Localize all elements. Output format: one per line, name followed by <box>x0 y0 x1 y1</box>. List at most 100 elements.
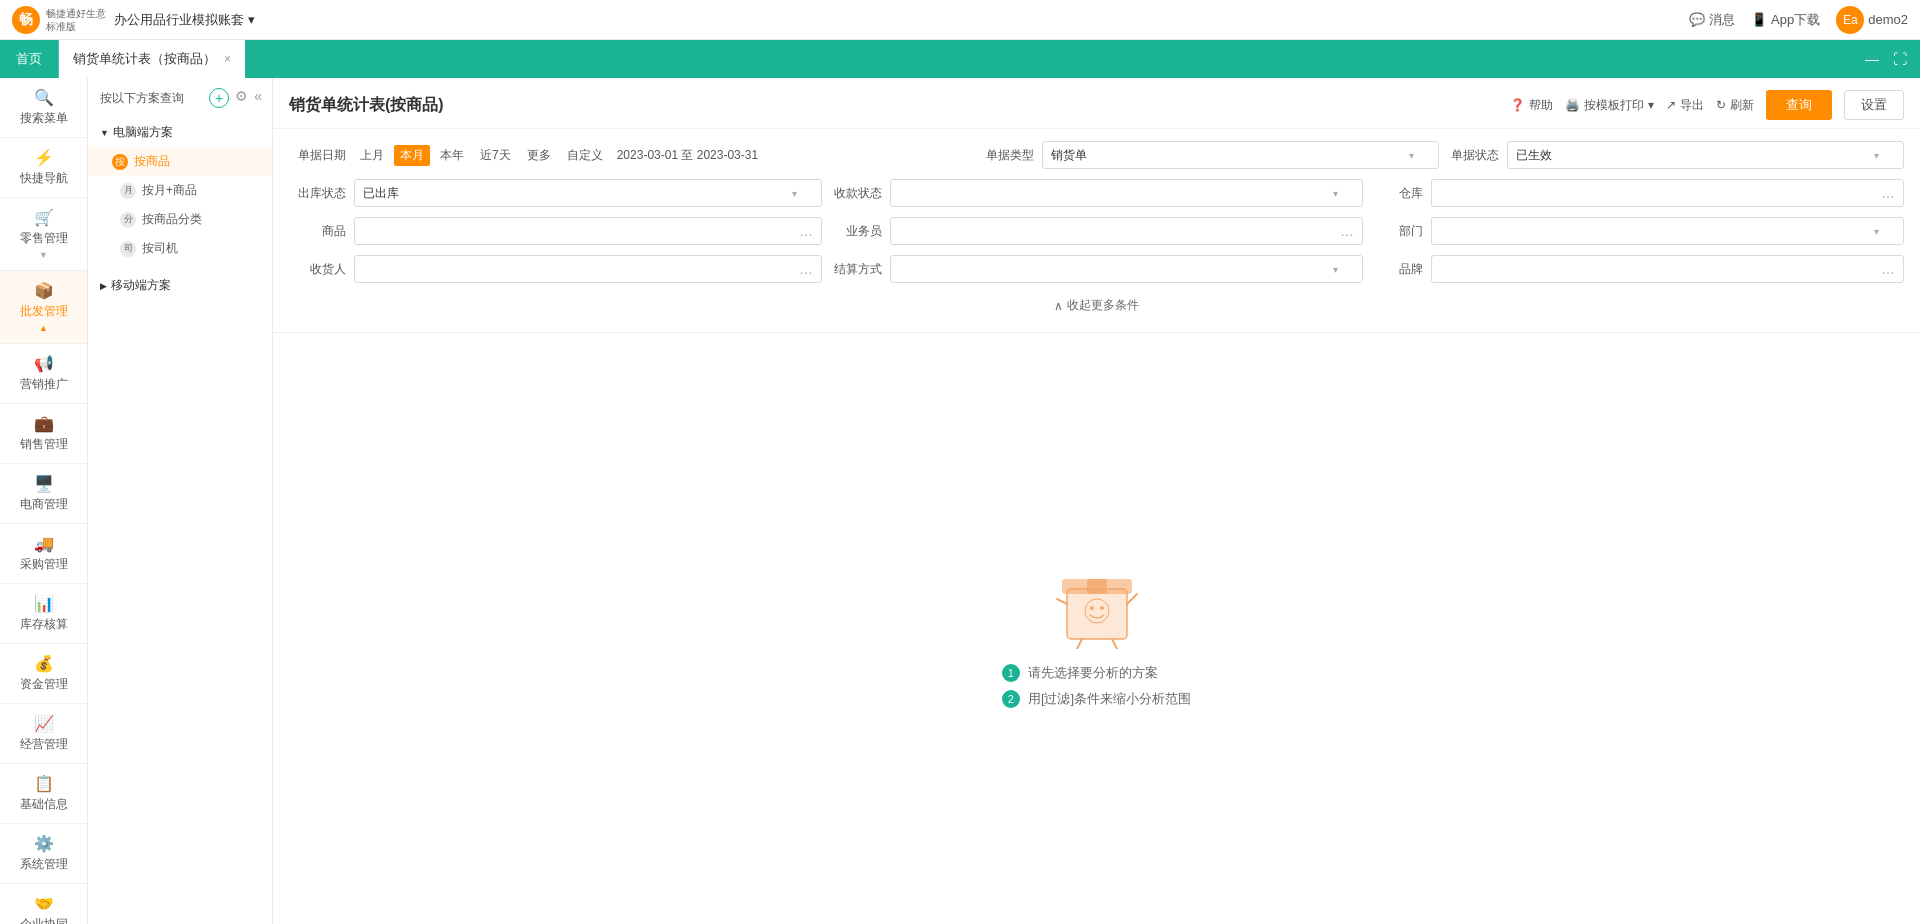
sidebar-item-sales[interactable]: 💼 销售管理 <box>0 404 87 464</box>
collapse-conditions-btn[interactable]: ∧ 收起更多条件 <box>289 291 1904 320</box>
tab-active[interactable]: 销货单统计表（按商品） × <box>59 40 245 78</box>
doc-type-value: 销货单 <box>1051 147 1087 164</box>
custom-btn[interactable]: 自定义 <box>561 145 609 166</box>
sidebar-item-inventory[interactable]: 📊 库存核算 <box>0 584 87 644</box>
recent7-btn[interactable]: 近7天 <box>474 145 517 166</box>
date-range: 2023-03-01 至 2023-03-31 <box>617 147 758 164</box>
svg-line-7 <box>1112 639 1117 649</box>
app-selector[interactable]: 办公用品行业模拟账套 ▾ <box>114 11 255 29</box>
expand-icon2: ▲ <box>39 323 48 333</box>
sidebar-label-basic: 基础信息 <box>20 796 68 813</box>
help-btn[interactable]: ❓ 帮助 <box>1510 97 1553 114</box>
warehouse-input[interactable]: … <box>1431 179 1904 207</box>
doc-status-chevron: ▾ <box>1874 150 1879 161</box>
add-scheme-btn[interactable]: + <box>209 88 229 108</box>
minimize-icon[interactable]: — <box>1860 47 1884 71</box>
this-month-btn[interactable]: 本月 <box>394 145 430 166</box>
warehouse-ellipsis[interactable]: … <box>1881 185 1895 201</box>
sidebar-label-operations: 经营管理 <box>20 736 68 753</box>
query-btn[interactable]: 查询 <box>1766 90 1832 120</box>
brand-ellipsis[interactable]: … <box>1881 261 1895 277</box>
sidebar-label-retail: 零售管理 <box>20 230 68 247</box>
left-panel: 按以下方案查询 + ⚙ « ▼ 电脑端方案 按 按商品 月 按月 <box>88 78 273 924</box>
desktop-group-title[interactable]: ▼ 电脑端方案 <box>88 118 272 147</box>
goods-ellipsis[interactable]: … <box>799 223 813 239</box>
svg-line-8 <box>1057 599 1067 604</box>
filter-row-1: 单据日期 上月 本月 本年 近7天 更多 自定义 2023-03-01 至 20… <box>289 141 1904 169</box>
avatar: Ea <box>1836 6 1864 34</box>
sidebar-label-finance: 资金管理 <box>20 676 68 693</box>
brand-input[interactable]: … <box>1431 255 1904 283</box>
scheme-item-driver[interactable]: 司 按司机 <box>88 234 272 263</box>
payment-select[interactable]: ▾ <box>890 179 1363 207</box>
message-icon: 💬 <box>1689 12 1705 27</box>
salesman-ellipsis[interactable]: … <box>1340 223 1354 239</box>
user-profile[interactable]: Ea demo2 <box>1836 6 1908 34</box>
sidebar-item-purchase[interactable]: 🚚 采购管理 <box>0 524 87 584</box>
empty-step-2: 2 用[过滤]条件来缩小分析范围 <box>1002 690 1191 708</box>
svg-line-6 <box>1077 639 1082 649</box>
scheme-item-product[interactable]: 按 按商品 <box>88 147 272 176</box>
mobile-group-title[interactable]: ▶ 移动端方案 <box>88 271 272 300</box>
last-month-btn[interactable]: 上月 <box>354 145 390 166</box>
scheme-item-category[interactable]: 分 按商品分类 <box>88 205 272 234</box>
scheme-item-month-product[interactable]: 月 按月+商品 <box>88 176 272 205</box>
page-title: 销货单统计表(按商品) <box>289 95 444 116</box>
sidebar-item-ecommerce[interactable]: 🖥️ 电商管理 <box>0 464 87 524</box>
settings-btn[interactable]: 设置 <box>1844 90 1904 120</box>
dept-filter-group: 部门 ▾ <box>1371 217 1904 245</box>
chevron-down-icon: ▾ <box>248 12 255 27</box>
export-btn[interactable]: ↗ 导出 <box>1666 97 1704 114</box>
warehouse-label: 仓库 <box>1371 185 1431 202</box>
refresh-btn[interactable]: ↻ 刷新 <box>1716 97 1754 114</box>
sidebar-item-search[interactable]: 🔍 搜索菜单 <box>0 78 87 138</box>
page-header: 销货单统计表(按商品) ❓ 帮助 🖨️ 按模板打印 ▾ ↗ 导出 <box>273 78 1920 129</box>
filter-row-4: 收货人 … 结算方式 ▾ 品牌 <box>289 255 1904 283</box>
sidebar-item-basic[interactable]: 📋 基础信息 <box>0 764 87 824</box>
sidebar-item-wholesale[interactable]: 📦 批发管理 ▲ <box>0 271 87 344</box>
sidebar-item-shortcuts[interactable]: ⚡ 快捷导航 <box>0 138 87 198</box>
sidebar-item-marketing[interactable]: 📢 营销推广 <box>0 344 87 404</box>
tab-home[interactable]: 首页 <box>0 40 59 78</box>
sidebar-item-retail[interactable]: 🛒 零售管理 ▼ <box>0 198 87 271</box>
collapse-icon: ∧ <box>1054 299 1063 313</box>
maximize-icon[interactable]: ⛶ <box>1888 47 1912 71</box>
sidebar-item-enterprise[interactable]: 🤝 企业协同 <box>0 884 87 924</box>
message-btn[interactable]: 💬 消息 <box>1689 11 1735 29</box>
sidebar-item-operations[interactable]: 📈 经营管理 <box>0 704 87 764</box>
close-icon[interactable]: × <box>224 52 231 66</box>
collapse-panel-icon[interactable]: « <box>254 88 262 108</box>
print-chevron: ▾ <box>1648 98 1654 112</box>
marketing-icon: 📢 <box>34 354 54 373</box>
top-bar-right: 💬 消息 📱 App下载 Ea demo2 <box>1689 6 1908 34</box>
delivery-select[interactable]: 已出库 ▾ <box>354 179 822 207</box>
sidebar-item-finance[interactable]: 💰 资金管理 <box>0 644 87 704</box>
sidebar-item-system[interactable]: ⚙️ 系统管理 <box>0 824 87 884</box>
receiver-ellipsis[interactable]: … <box>799 261 813 277</box>
svg-line-9 <box>1127 594 1137 604</box>
receiver-input[interactable]: … <box>354 255 822 283</box>
print-btn[interactable]: 🖨️ 按模板打印 ▾ <box>1565 97 1654 114</box>
app-download-btn[interactable]: 📱 App下载 <box>1751 11 1820 29</box>
settings-scheme-icon[interactable]: ⚙ <box>235 88 248 108</box>
salesman-input[interactable]: … <box>890 217 1363 245</box>
scheme-icon-product: 按 <box>112 154 128 170</box>
dept-select[interactable]: ▾ <box>1431 217 1904 245</box>
more-btn[interactable]: 更多 <box>521 145 557 166</box>
lightning-icon: ⚡ <box>34 148 54 167</box>
doc-type-select[interactable]: 销货单 ▾ <box>1042 141 1439 169</box>
sidebar-label-sales: 销售管理 <box>20 436 68 453</box>
doc-status-select[interactable]: 已生效 ▾ <box>1507 141 1904 169</box>
settlement-select[interactable]: ▾ <box>890 255 1363 283</box>
salesman-label: 业务员 <box>830 223 890 240</box>
help-icon: ❓ <box>1510 98 1525 112</box>
sidebar-label-inventory: 库存核算 <box>20 616 68 633</box>
mobile-scheme-group: ▶ 移动端方案 <box>88 267 272 304</box>
this-year-btn[interactable]: 本年 <box>434 145 470 166</box>
receiver-label: 收货人 <box>289 261 354 278</box>
goods-input[interactable]: … <box>354 217 822 245</box>
print-label: 按模板打印 <box>1584 97 1644 114</box>
scheme-label-month: 按月+商品 <box>142 182 197 199</box>
system-icon: ⚙️ <box>34 834 54 853</box>
svg-point-5 <box>1100 606 1104 610</box>
